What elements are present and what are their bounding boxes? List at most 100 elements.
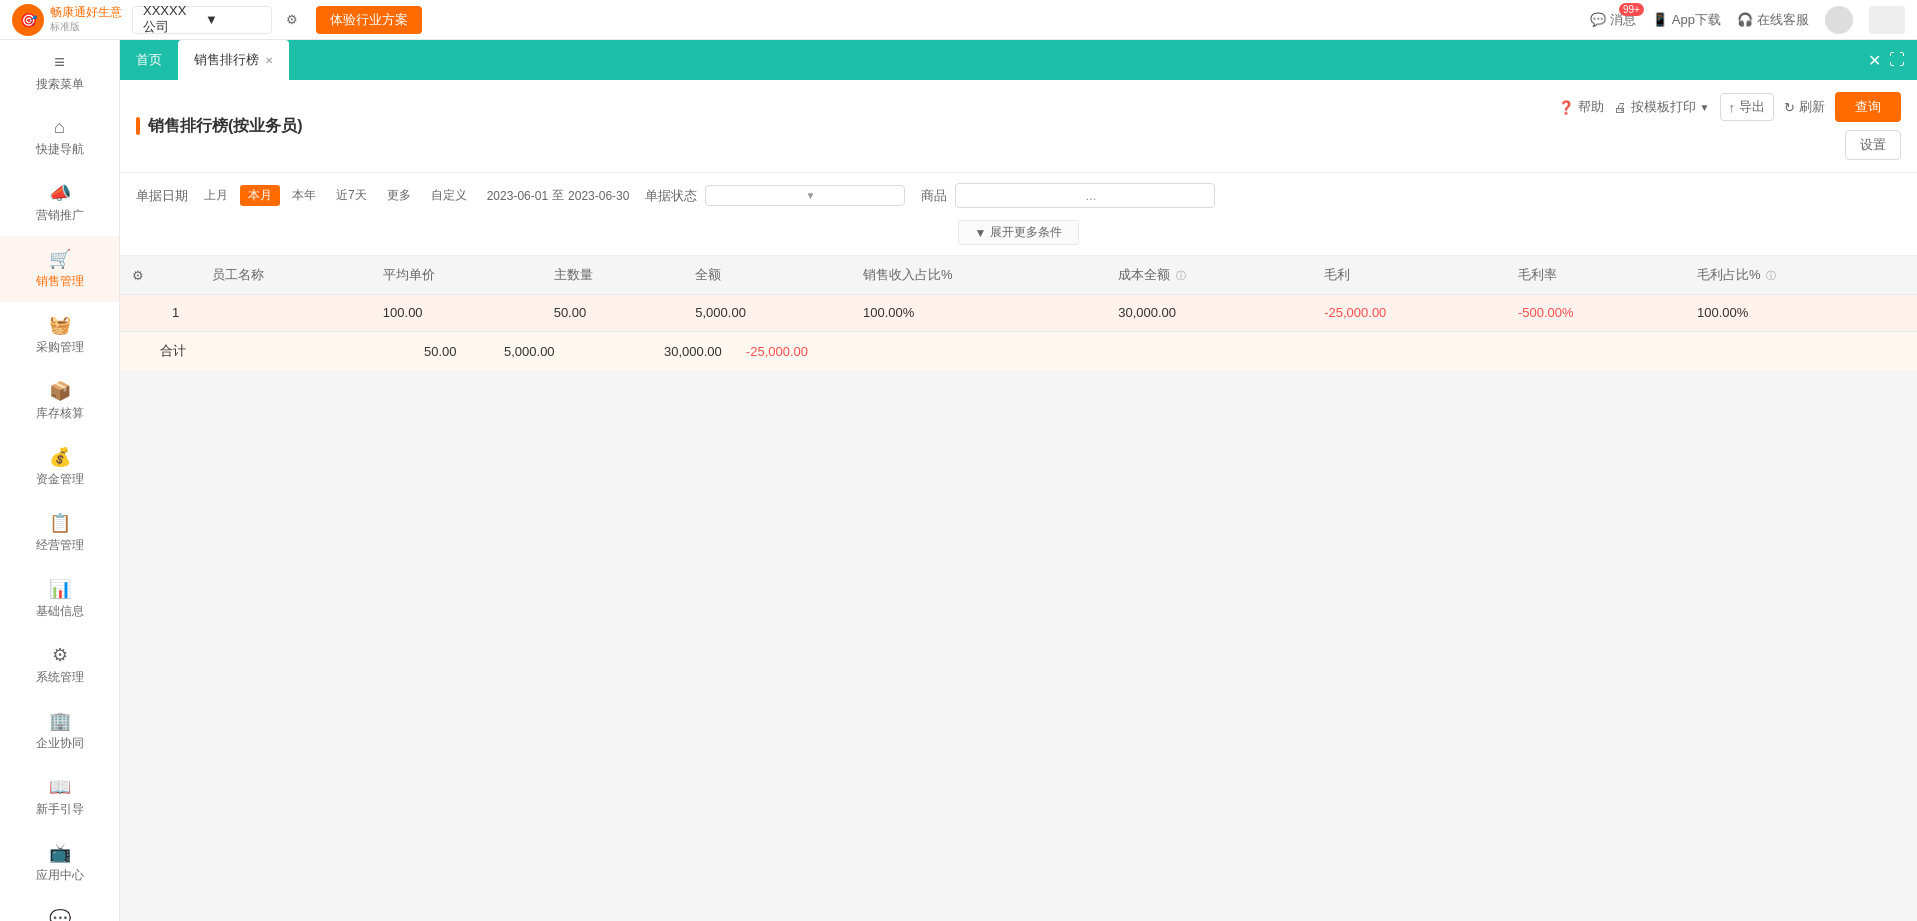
company-selector[interactable]: XXXXX公司 ▼ [132, 6, 272, 34]
date-tab-more[interactable]: 更多 [379, 185, 419, 206]
footer-label: 合计 [132, 342, 312, 360]
sidebar-item-sales[interactable]: 🛒 销售管理 [0, 236, 119, 302]
date-from: 2023-06-01 [487, 189, 548, 203]
try-button[interactable]: 体验行业方案 [316, 6, 422, 34]
sidebar-item-enterprise[interactable]: 🏢 企业协同 [0, 698, 119, 764]
set-button[interactable]: 设置 [1845, 130, 1901, 160]
minimize-icon[interactable]: ✕ [1868, 51, 1881, 70]
refresh-icon: ↻ [1784, 100, 1795, 115]
settings-icon[interactable]: ⚙ [278, 6, 306, 34]
expand-more-button[interactable]: ▼ 展开更多条件 [958, 220, 1080, 245]
basic-info-icon: 📊 [49, 578, 71, 600]
sidebar-label-quicknav: 快捷导航 [36, 141, 84, 158]
gross-pct-info-icon[interactable]: ⓘ [1766, 270, 1776, 281]
maximize-icon[interactable]: ⛶ [1889, 51, 1905, 69]
date-tab-prev-month[interactable]: 上月 [196, 185, 236, 206]
goods-select[interactable]: ... [955, 183, 1215, 208]
online-service-button[interactable]: 🎧 在线客服 [1737, 11, 1809, 29]
guide-icon: 📖 [49, 776, 71, 798]
tab-close-icon[interactable]: ✕ [265, 55, 273, 66]
cell-gross-pct: 100.00% [1685, 295, 1917, 331]
operations-icon: 📋 [49, 512, 71, 534]
sidebar-item-quick-nav[interactable]: ⌂ 快捷导航 [0, 105, 119, 170]
col-settings[interactable]: ⚙ [120, 256, 160, 295]
col-cost: 成本全额 ⓘ [1106, 256, 1312, 295]
logo-text: 畅康通好生意 [50, 5, 122, 21]
sidebar-item-finance[interactable]: 💰 资金管理 [0, 434, 119, 500]
cost-info-icon[interactable]: ⓘ [1176, 270, 1186, 281]
print-chevron-icon: ▼ [1700, 102, 1710, 113]
query-button[interactable]: 查询 [1835, 92, 1901, 122]
sidebar-label-marketing: 营销推广 [36, 207, 84, 224]
goods-more-icon[interactable]: ... [1085, 188, 1206, 203]
print-icon: 🖨 [1614, 100, 1627, 115]
sidebar: ≡ 搜索菜单 ⌂ 快捷导航 📣 营销推广 🛒 销售管理 🧺 采购管理 📦 库 [0, 40, 120, 921]
sidebar-item-operations[interactable]: 📋 经营管理 [0, 500, 119, 566]
logo: 🎯 畅康通好生意 标准版 [12, 4, 132, 36]
online-label: 在线客服 [1757, 11, 1809, 29]
sidebar-label-operations: 经营管理 [36, 537, 84, 554]
sidebar-item-inventory[interactable]: 📦 库存核算 [0, 368, 119, 434]
col-gross-rate: 毛利率 [1506, 256, 1685, 295]
top-bar-right: 💬 消息 99+ 📱 App下载 🎧 在线客服 [1590, 6, 1905, 34]
marketing-icon: 📣 [49, 182, 71, 204]
chevron-down-icon: ▼ [205, 12, 261, 27]
tab-sales-rank[interactable]: 销售排行榜 ✕ [178, 40, 289, 80]
col-quantity: 主数量 [542, 256, 684, 295]
cell-sales-pct: 100.00% [851, 295, 1106, 331]
sales-rank-table: ⚙ 员工名称 平均单价 主数量 全额 销售收入占比% 成本全额 [120, 256, 1917, 331]
col-rank [160, 256, 200, 295]
panel-header: 销售排行榜(按业务员) ❓ 帮助 🖨 [120, 80, 1917, 173]
cell-gross-rate: -500.00% [1506, 295, 1685, 331]
date-filter: 单据日期 上月 本月 本年 近7天 更多 自定义 [136, 185, 629, 206]
help-icon: ❓ [1558, 100, 1574, 115]
sidebar-item-wechat[interactable]: 💬 企业微信 [0, 896, 119, 921]
table-footer: 合计 50.00 5,000.00 30,000.00 -25,000.00 [120, 331, 1917, 370]
date-tabs: 上月 本月 本年 近7天 更多 自定义 [196, 185, 475, 206]
sidebar-item-basic-info[interactable]: 📊 基础信息 [0, 566, 119, 632]
status-select[interactable]: ▼ [705, 185, 905, 206]
sidebar-label-search: 搜索菜单 [36, 76, 84, 93]
avatar[interactable] [1825, 6, 1853, 34]
col-sales-pct: 销售收入占比% [851, 256, 1106, 295]
search-menu-icon: ≡ [54, 52, 65, 73]
print-button[interactable]: 🖨 按模板打印 ▼ [1614, 98, 1710, 116]
enterprise-icon: 🏢 [49, 710, 71, 732]
sidebar-item-purchase[interactable]: 🧺 采购管理 [0, 302, 119, 368]
message-button[interactable]: 💬 消息 99+ [1590, 11, 1636, 29]
tab-sales-rank-label: 销售排行榜 [194, 51, 259, 69]
date-tab-current-month[interactable]: 本月 [240, 185, 280, 206]
status-chevron-icon: ▼ [805, 190, 896, 201]
app-center-icon: 📺 [49, 842, 71, 864]
table-container: ⚙ 员工名称 平均单价 主数量 全额 销售收入占比% 成本全额 [120, 256, 1917, 331]
col-gross-pct: 毛利占比% ⓘ [1685, 256, 1917, 295]
logo-sub: 标准版 [50, 20, 122, 34]
sidebar-label-sales: 销售管理 [36, 273, 84, 290]
sidebar-item-search-order[interactable]: ≡ 搜索菜单 [0, 40, 119, 105]
help-button[interactable]: ❓ 帮助 [1558, 98, 1604, 116]
cell-settings [120, 295, 160, 331]
cell-employee [200, 295, 371, 331]
home-icon: ⌂ [54, 117, 65, 138]
cell-cost: 30,000.00 [1106, 295, 1312, 331]
col-employee: 员工名称 [200, 256, 371, 295]
table-row: 1 100.00 50.00 5,000.00 100.00% 30,000.0… [120, 295, 1917, 331]
col-gross: 毛利 [1312, 256, 1506, 295]
sidebar-item-app-center[interactable]: 📺 应用中心 [0, 830, 119, 896]
date-tab-7days[interactable]: 近7天 [328, 185, 375, 206]
tab-home[interactable]: 首页 [120, 40, 178, 80]
app-download-button[interactable]: 📱 App下载 [1652, 11, 1721, 29]
purchase-icon: 🧺 [49, 314, 71, 336]
sidebar-label-guide: 新手引导 [36, 801, 84, 818]
sidebar-item-system[interactable]: ⚙ 系统管理 [0, 632, 119, 698]
date-filter-label: 单据日期 [136, 187, 188, 205]
expand-icon: ▼ [975, 226, 987, 240]
export-button[interactable]: ↑ 导出 [1720, 93, 1775, 121]
date-tab-custom[interactable]: 自定义 [423, 185, 475, 206]
refresh-button[interactable]: ↻ 刷新 [1784, 98, 1825, 116]
col-avg-price: 平均单价 [371, 256, 542, 295]
sidebar-item-guide[interactable]: 📖 新手引导 [0, 764, 119, 830]
date-tab-current-year[interactable]: 本年 [284, 185, 324, 206]
sidebar-item-marketing[interactable]: 📣 营销推广 [0, 170, 119, 236]
sidebar-label-appcenter: 应用中心 [36, 867, 84, 884]
